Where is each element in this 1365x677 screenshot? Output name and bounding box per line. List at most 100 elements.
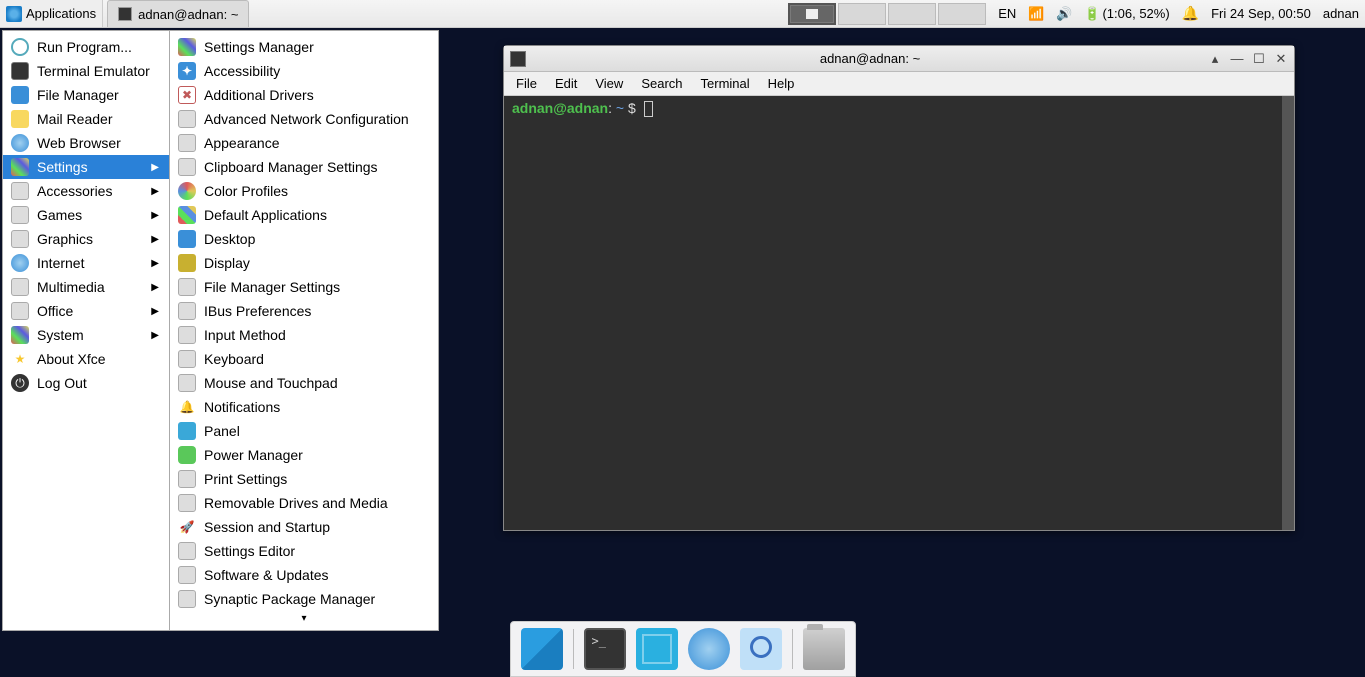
settings-item-appearance[interactable]: Appearance [170, 131, 438, 155]
ic-color-icon [178, 182, 196, 200]
minimize-button[interactable]: — [1230, 51, 1244, 67]
settings-item-ibus-preferences[interactable]: IBus Preferences [170, 299, 438, 323]
settings-item-removable-drives-and-media[interactable]: Removable Drives and Media [170, 491, 438, 515]
menu-item-file-manager[interactable]: File Manager [3, 83, 169, 107]
dock-separator [792, 629, 793, 669]
dock-home-folder[interactable] [803, 628, 845, 670]
settings-item-session-and-startup[interactable]: 🚀Session and Startup [170, 515, 438, 539]
dock-app-finder[interactable] [740, 628, 782, 670]
workspace-3[interactable] [888, 3, 936, 25]
settings-item-settings-editor[interactable]: Settings Editor [170, 539, 438, 563]
menu-item-label: Mail Reader [37, 111, 112, 127]
user-label[interactable]: adnan [1323, 6, 1359, 21]
menu-item-label: File Manager [37, 87, 119, 103]
settings-item-mouse-and-touchpad[interactable]: Mouse and Touchpad [170, 371, 438, 395]
workspace-switcher[interactable] [788, 3, 986, 25]
menu-item-label: Graphics [37, 231, 93, 247]
submenu-arrow-icon: ▶ [151, 210, 159, 221]
menu-item-graphics[interactable]: Graphics ▶ [3, 227, 169, 251]
menu-item-label: Settings [37, 159, 88, 175]
ic-generic-icon [178, 470, 196, 488]
settings-item-software-updates[interactable]: Software & Updates [170, 563, 438, 587]
close-button[interactable]: ✕ [1274, 51, 1288, 67]
terminal-menu-search[interactable]: Search [641, 76, 682, 91]
workspace-2[interactable] [838, 3, 886, 25]
submenu-arrow-icon: ▶ [151, 330, 159, 341]
battery-indicator[interactable]: 🔋 (1:06, 52%) [1084, 6, 1169, 22]
workspace-4[interactable] [938, 3, 986, 25]
ic-term-icon [11, 62, 29, 80]
terminal-menu-help[interactable]: Help [768, 76, 795, 91]
maximize-button[interactable]: ☐ [1252, 51, 1266, 67]
settings-item-settings-manager[interactable]: Settings Manager [170, 35, 438, 59]
settings-item-additional-drivers[interactable]: ✖Additional Drivers [170, 83, 438, 107]
settings-item-clipboard-manager-settings[interactable]: Clipboard Manager Settings [170, 155, 438, 179]
menu-item-mail-reader[interactable]: Mail Reader [3, 107, 169, 131]
window-controls: ▴ — ☐ ✕ [1208, 51, 1288, 67]
notification-bell-icon[interactable]: 🔔 [1182, 5, 1199, 22]
ic-set-icon [11, 158, 29, 176]
ic-access-icon: ✦ [178, 62, 196, 80]
ic-desk-icon [178, 230, 196, 248]
settings-item-notifications[interactable]: 🔔Notifications [170, 395, 438, 419]
menu-item-multimedia[interactable]: Multimedia▶ [3, 275, 169, 299]
applications-menu: Run Program... Terminal Emulator File Mana… [2, 30, 439, 631]
menu-item-run-program-[interactable]: Run Program... [3, 35, 169, 59]
settings-item-desktop[interactable]: Desktop [170, 227, 438, 251]
dock-show-desktop[interactable] [521, 628, 563, 670]
menu-item-system[interactable]: System▶ [3, 323, 169, 347]
terminal-body[interactable]: adnan@adnan: ~ $ [504, 96, 1294, 530]
ic-run-icon [11, 38, 29, 56]
terminal-scrollbar[interactable] [1282, 96, 1294, 530]
menu-item-office[interactable]: Office▶ [3, 299, 169, 323]
menu-item-log-out[interactable]: ⏻Log Out [3, 371, 169, 395]
settings-item-keyboard[interactable]: Keyboard [170, 347, 438, 371]
settings-item-synaptic-package-manager[interactable]: Synaptic Package Manager [170, 587, 438, 611]
menu-item-games[interactable]: Games▶ [3, 203, 169, 227]
ic-generic-icon [178, 110, 196, 128]
applications-label: Applications [26, 6, 96, 21]
dock-terminal[interactable] [584, 628, 626, 670]
applications-menu-button[interactable]: Applications [0, 0, 103, 27]
settings-item-print-settings[interactable]: Print Settings [170, 467, 438, 491]
battery-icon: 🔋 [1084, 6, 1100, 22]
menu-item-label: Run Program... [37, 39, 132, 55]
menu-item-web-browser[interactable]: Web Browser [3, 131, 169, 155]
dock-web-browser[interactable] [688, 628, 730, 670]
workspace-1[interactable] [788, 3, 836, 25]
submenu-arrow-icon: ▶ [151, 234, 159, 245]
clock[interactable]: Fri 24 Sep, 00:50 [1211, 6, 1311, 21]
settings-item-file-manager-settings[interactable]: File Manager Settings [170, 275, 438, 299]
terminal-titlebar[interactable]: adnan@adnan: ~ ▴ — ☐ ✕ [504, 46, 1294, 72]
settings-item-power-manager[interactable]: Power Manager [170, 443, 438, 467]
menu-item-internet[interactable]: Internet▶ [3, 251, 169, 275]
settings-item-input-method[interactable]: Input Method [170, 323, 438, 347]
menu-item-accessories[interactable]: Accessories▶ [3, 179, 169, 203]
menu-item-terminal-emulator[interactable]: Terminal Emulator [3, 59, 169, 83]
terminal-menu-terminal[interactable]: Terminal [701, 76, 750, 91]
settings-item-label: Display [204, 255, 250, 271]
settings-item-label: IBus Preferences [204, 303, 311, 319]
terminal-menu-view[interactable]: View [595, 76, 623, 91]
settings-item-advanced-network-configuration[interactable]: Advanced Network Configuration [170, 107, 438, 131]
battery-text: (1:06, 52%) [1102, 6, 1169, 21]
settings-item-color-profiles[interactable]: Color Profiles [170, 179, 438, 203]
taskbar-terminal-button[interactable]: adnan@adnan: ~ [107, 0, 249, 27]
menu-item-settings[interactable]: Settings▶ [3, 155, 169, 179]
settings-item-accessibility[interactable]: ✦Accessibility [170, 59, 438, 83]
menu-item-about-xfce[interactable]: ★About Xfce [3, 347, 169, 371]
terminal-menu-edit[interactable]: Edit [555, 76, 577, 91]
settings-item-panel[interactable]: Panel [170, 419, 438, 443]
settings-item-display[interactable]: Display [170, 251, 438, 275]
roll-up-button[interactable]: ▴ [1208, 51, 1222, 67]
terminal-menubar: File Edit View Search Terminal Help [504, 72, 1294, 96]
settings-item-label: Power Manager [204, 447, 303, 463]
settings-item-default-applications[interactable]: Default Applications [170, 203, 438, 227]
ic-generic-icon [178, 542, 196, 560]
network-icon[interactable]: 📶 [1028, 6, 1044, 22]
submenu-scroll-down[interactable]: ▾ [170, 611, 438, 626]
keyboard-layout-indicator[interactable]: EN [998, 6, 1016, 21]
volume-icon[interactable]: 🔊 [1056, 6, 1072, 22]
dock-file-manager[interactable] [636, 628, 678, 670]
terminal-menu-file[interactable]: File [516, 76, 537, 91]
